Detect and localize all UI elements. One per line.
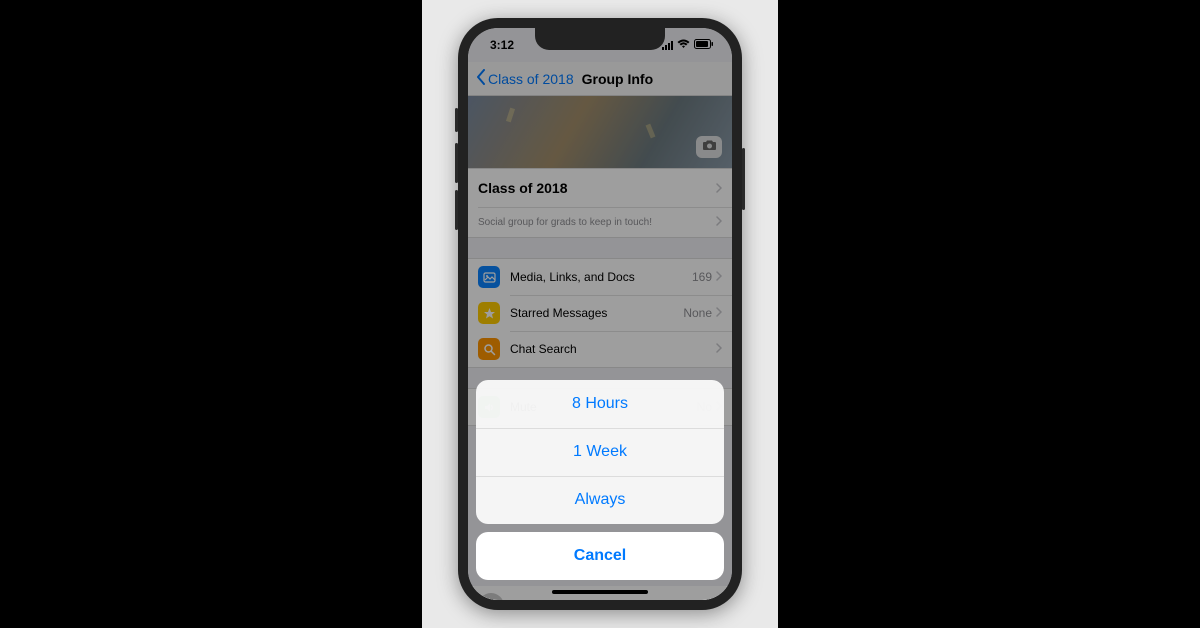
media-icon: [478, 266, 500, 288]
back-label: Class of 2018: [488, 71, 574, 87]
phone-screen: 3:12 Class of 2018 Group Info: [468, 28, 732, 600]
phone-frame: 3:12 Class of 2018 Group Info: [458, 18, 742, 610]
cancel-button[interactable]: Cancel: [476, 532, 724, 580]
sheet-options-group: 8 Hours 1 Week Always: [476, 380, 724, 524]
chevron-right-icon: [716, 270, 722, 284]
phone-volume-up: [455, 143, 458, 183]
group-photo[interactable]: [468, 96, 732, 168]
page-title: Group Info: [582, 71, 654, 87]
search-icon: [478, 338, 500, 360]
phone-silence-switch: [455, 108, 458, 132]
cell-label: Chat Search: [510, 342, 716, 356]
battery-icon: [694, 38, 714, 52]
phone-volume-down: [455, 190, 458, 230]
nav-bar: Class of 2018 Group Info: [468, 62, 732, 96]
back-button[interactable]: Class of 2018: [476, 69, 574, 88]
starred-messages-row[interactable]: Starred Messages None: [468, 295, 732, 331]
group-description: Social group for grads to keep in touch!: [478, 217, 716, 228]
chevron-right-icon: [716, 342, 722, 356]
status-time: 3:12: [490, 38, 514, 52]
phone-power-button: [742, 148, 745, 210]
mute-duration-action-sheet: 8 Hours 1 Week Always Cancel: [476, 380, 724, 580]
mute-always-option[interactable]: Always: [476, 476, 724, 524]
group-name-row[interactable]: Class of 2018: [468, 169, 732, 207]
home-indicator[interactable]: [552, 590, 648, 594]
media-links-docs-row[interactable]: Media, Links, and Docs 169: [468, 259, 732, 295]
chevron-left-icon: [476, 69, 486, 88]
mute-8-hours-option[interactable]: 8 Hours: [476, 380, 724, 428]
avatar: [478, 593, 504, 600]
phone-notch: [535, 28, 665, 50]
cell-value: None: [683, 306, 712, 320]
wifi-icon: [677, 38, 690, 52]
camera-icon: [702, 138, 717, 156]
mute-1-week-option[interactable]: 1 Week: [476, 428, 724, 476]
star-icon: [478, 302, 500, 324]
change-photo-button[interactable]: [696, 136, 722, 158]
group-name: Class of 2018: [478, 180, 716, 196]
cell-label: Starred Messages: [510, 306, 683, 320]
chevron-right-icon: [716, 180, 722, 196]
group-description-row[interactable]: Social group for grads to keep in touch!: [468, 207, 732, 237]
cell-label: Media, Links, and Docs: [510, 270, 692, 284]
chat-search-row[interactable]: Chat Search: [468, 331, 732, 367]
chevron-right-icon: [716, 306, 722, 320]
chevron-right-icon: [716, 216, 722, 229]
cell-value: 169: [692, 270, 712, 284]
